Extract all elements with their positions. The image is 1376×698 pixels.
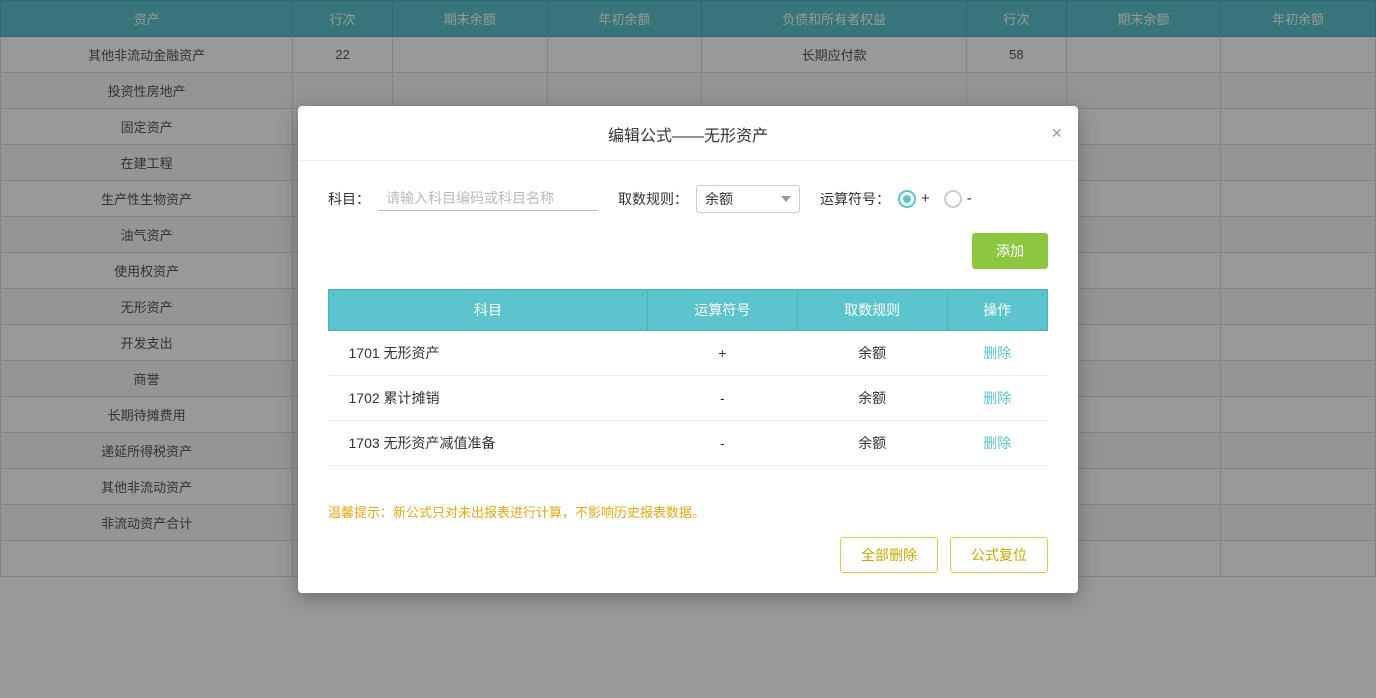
operator-minus-radio-circle bbox=[944, 190, 962, 208]
formula-subject-cell: 1703 无形资产减值准备 bbox=[329, 420, 648, 465]
th-rule: 取数规则 bbox=[797, 289, 947, 330]
formula-rule-cell: 余额 bbox=[797, 375, 947, 420]
operator-label: 运算符号： bbox=[820, 189, 890, 209]
formula-subject-cell: 1702 累计摊销 bbox=[329, 375, 648, 420]
modal-footer: 温馨提示：新公式只对未出报表进行计算，不影响历史报表数据。 全部删除 公式复位 bbox=[298, 486, 1078, 593]
modal-close-button[interactable]: × bbox=[1051, 124, 1062, 142]
th-operator: 运算符号 bbox=[648, 289, 798, 330]
footer-buttons: 全部删除 公式复位 bbox=[328, 537, 1048, 573]
formula-operator-cell: + bbox=[648, 330, 798, 375]
subject-label: 科目： bbox=[328, 189, 370, 209]
formula-rule-cell: 余额 bbox=[797, 420, 947, 465]
th-subject: 科目 bbox=[329, 289, 648, 330]
formula-subject-cell: 1701 无形资产 bbox=[329, 330, 648, 375]
modal-title: 编辑公式——无形资产 bbox=[608, 128, 768, 145]
operator-radio-group: + - bbox=[898, 190, 972, 208]
operator-minus-radio[interactable]: - bbox=[944, 190, 972, 208]
th-action: 操作 bbox=[947, 289, 1047, 330]
formula-action-cell: 删除 bbox=[947, 375, 1047, 420]
edit-formula-modal: 编辑公式——无形资产 × 科目： 取数规则： 余额 借方 贷方 bbox=[298, 106, 1078, 593]
delete-all-button[interactable]: 全部删除 bbox=[840, 537, 938, 573]
formula-rule-cell: 余额 bbox=[797, 330, 947, 375]
rule-select-wrap: 余额 借方 贷方 借方发生额 贷方发生额 bbox=[696, 185, 800, 213]
delete-row-button[interactable]: 删除 bbox=[983, 343, 1011, 363]
rule-label: 取数规则： bbox=[618, 189, 688, 209]
delete-row-button[interactable]: 删除 bbox=[983, 388, 1011, 408]
operator-minus-label: - bbox=[967, 190, 972, 207]
rule-select[interactable]: 余额 借方 贷方 借方发生额 贷方发生额 bbox=[696, 185, 800, 213]
reset-formula-button[interactable]: 公式复位 bbox=[950, 537, 1048, 573]
formula-operator-cell: - bbox=[648, 375, 798, 420]
subject-group: 科目： bbox=[328, 186, 598, 211]
formula-table-header-row: 科目 运算符号 取数规则 操作 bbox=[329, 289, 1048, 330]
delete-row-button[interactable]: 删除 bbox=[983, 433, 1011, 453]
rule-group: 取数规则： 余额 借方 贷方 借方发生额 贷方发生额 bbox=[618, 185, 800, 213]
formula-action-cell: 删除 bbox=[947, 330, 1047, 375]
modal-overlay: 编辑公式——无形资产 × 科目： 取数规则： 余额 借方 贷方 bbox=[0, 0, 1376, 698]
modal-header: 编辑公式——无形资产 × bbox=[298, 106, 1078, 161]
formula-table-row: 1702 累计摊销-余额 删除 bbox=[329, 375, 1048, 420]
operator-plus-radio[interactable]: + bbox=[898, 190, 930, 208]
formula-operator-cell: - bbox=[648, 420, 798, 465]
formula-table: 科目 运算符号 取数规则 操作 1701 无形资产+余额删除1702 累计摊销-… bbox=[328, 289, 1048, 466]
operator-plus-radio-circle bbox=[898, 190, 916, 208]
formula-table-row: 1703 无形资产减值准备-余额 删除 bbox=[329, 420, 1048, 465]
formula-action-cell: 删除 bbox=[947, 420, 1047, 465]
subject-input[interactable] bbox=[378, 186, 598, 211]
tip-text: 温馨提示：新公式只对未出报表进行计算，不影响历史报表数据。 bbox=[328, 502, 1048, 521]
modal-body: 科目： 取数规则： 余额 借方 贷方 借方发生额 贷方发生额 bbox=[298, 161, 1078, 486]
formula-table-row: 1701 无形资产+余额 删除 bbox=[329, 330, 1048, 375]
operator-group: 运算符号： + - bbox=[820, 189, 972, 209]
formula-form-row: 科目： 取数规则： 余额 借方 贷方 借方发生额 贷方发生额 bbox=[328, 185, 1048, 269]
operator-plus-label: + bbox=[921, 190, 930, 207]
add-button[interactable]: 添加 bbox=[972, 233, 1048, 269]
